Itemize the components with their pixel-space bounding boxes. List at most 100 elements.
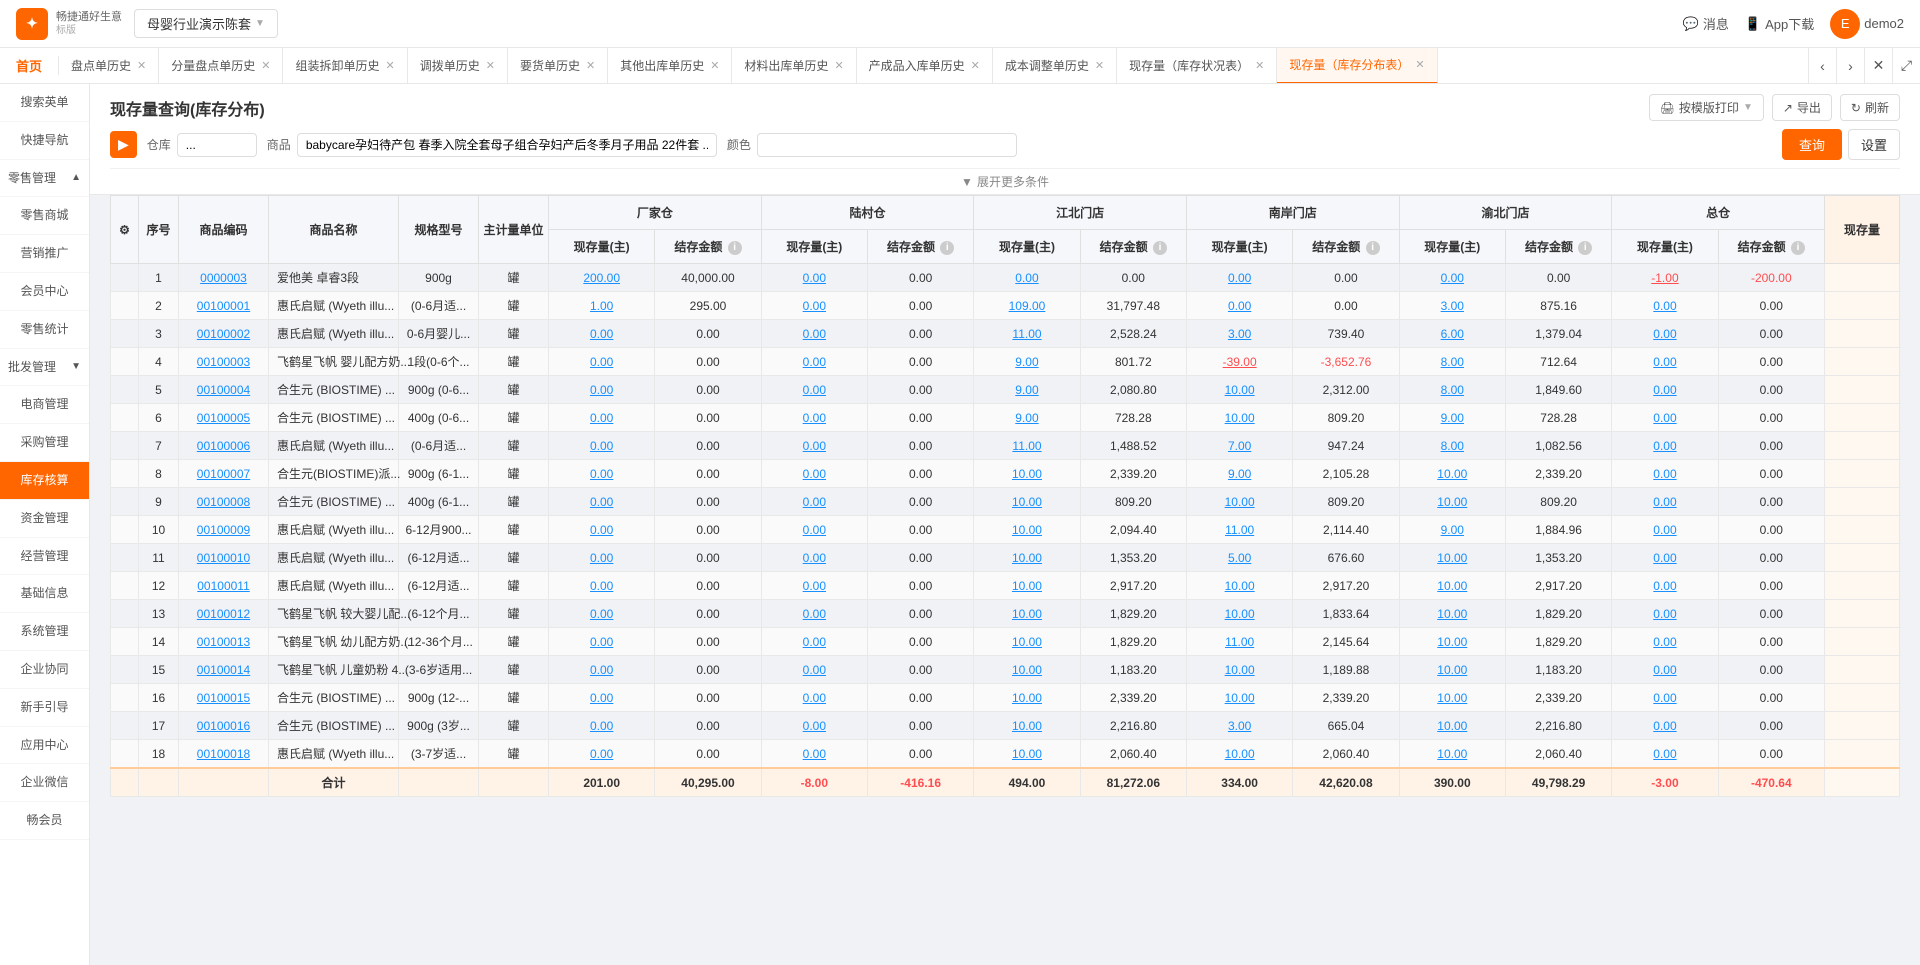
td-jb-qty[interactable]: 9.00 <box>974 404 1080 432</box>
td-code[interactable]: 0000003 <box>179 264 269 292</box>
td-code[interactable]: 00100014 <box>179 656 269 684</box>
td-yb-qty[interactable]: 3.00 <box>1399 292 1505 320</box>
td-lucun-qty[interactable]: 0.00 <box>761 432 867 460</box>
td-code[interactable]: 00100007 <box>179 460 269 488</box>
tab-close-all-btn[interactable]: ✕ <box>1864 48 1892 84</box>
export-btn[interactable]: ↗ 导出 <box>1772 94 1832 121</box>
td-na-qty[interactable]: 10.00 <box>1186 404 1292 432</box>
user-area[interactable]: E demo2 <box>1830 9 1904 39</box>
td-jb-qty[interactable]: 10.00 <box>974 460 1080 488</box>
td-lucun-qty[interactable]: 0.00 <box>761 544 867 572</box>
sidebar-item-basic[interactable]: 基础信息 <box>0 575 89 613</box>
td-factory-qty[interactable]: 0.00 <box>549 516 655 544</box>
tab-close-icon[interactable]: ✕ <box>971 59 980 72</box>
tab-maximize-btn[interactable]: ⤢ <box>1892 48 1920 84</box>
td-na-qty[interactable]: 10.00 <box>1186 656 1292 684</box>
td-code[interactable]: 00100012 <box>179 600 269 628</box>
tab-transfer[interactable]: 调拨单历史 ✕ <box>408 48 508 84</box>
tab-home[interactable]: 首页 <box>0 56 59 75</box>
td-jb-qty[interactable]: 10.00 <box>974 740 1080 769</box>
sidebar-item-enterprise[interactable]: 企业协同 <box>0 651 89 689</box>
tab-requisition[interactable]: 要货单历史 ✕ <box>508 48 608 84</box>
td-total-qty[interactable]: 0.00 <box>1612 572 1718 600</box>
td-jb-qty[interactable]: 10.00 <box>974 600 1080 628</box>
td-factory-qty[interactable]: 0.00 <box>549 600 655 628</box>
td-jb-qty[interactable]: 10.00 <box>974 684 1080 712</box>
td-lucun-qty[interactable]: 0.00 <box>761 740 867 769</box>
td-jb-qty[interactable]: 10.00 <box>974 488 1080 516</box>
td-yb-qty[interactable]: 8.00 <box>1399 376 1505 404</box>
td-lucun-qty[interactable]: 0.00 <box>761 572 867 600</box>
td-jb-qty[interactable]: 109.00 <box>974 292 1080 320</box>
td-total-qty[interactable]: 0.00 <box>1612 376 1718 404</box>
tab-close-icon[interactable]: ✕ <box>710 59 719 72</box>
td-total-qty[interactable]: 0.00 <box>1612 600 1718 628</box>
tab-inventory-count[interactable]: 盘点单历史 ✕ <box>59 48 159 84</box>
tab-next-btn[interactable]: › <box>1836 48 1864 84</box>
td-lucun-qty[interactable]: 0.00 <box>761 628 867 656</box>
td-code[interactable]: 00100013 <box>179 628 269 656</box>
td-factory-qty[interactable]: 0.00 <box>549 348 655 376</box>
td-yb-qty[interactable]: 10.00 <box>1399 460 1505 488</box>
td-factory-qty[interactable]: 0.00 <box>549 460 655 488</box>
td-lucun-qty[interactable]: 0.00 <box>761 600 867 628</box>
td-factory-qty[interactable]: 0.00 <box>549 544 655 572</box>
td-factory-qty[interactable]: 0.00 <box>549 376 655 404</box>
sidebar-item-retail-stats[interactable]: 零售统计 <box>0 311 89 349</box>
info-icon[interactable]: i <box>1791 241 1805 255</box>
td-jb-qty[interactable]: 10.00 <box>974 572 1080 600</box>
sidebar-item-vip[interactable]: 畅会员 <box>0 802 89 840</box>
td-na-qty[interactable]: 7.00 <box>1186 432 1292 460</box>
td-na-qty[interactable]: 10.00 <box>1186 684 1292 712</box>
td-yb-qty[interactable]: 10.00 <box>1399 684 1505 712</box>
sidebar-item-retail-mall[interactable]: 零售商城 <box>0 197 89 235</box>
td-yb-qty[interactable]: 10.00 <box>1399 656 1505 684</box>
tab-close-icon[interactable]: ✕ <box>137 59 146 72</box>
expand-conditions-btn[interactable]: ▼ 展开更多条件 <box>961 173 1049 190</box>
td-total-qty[interactable]: 0.00 <box>1612 348 1718 376</box>
info-icon[interactable]: i <box>1578 241 1592 255</box>
td-lucun-qty[interactable]: 0.00 <box>761 656 867 684</box>
td-factory-qty[interactable]: 0.00 <box>549 572 655 600</box>
td-yb-qty[interactable]: 10.00 <box>1399 712 1505 740</box>
td-na-qty[interactable]: 11.00 <box>1186 516 1292 544</box>
sidebar-item-ecommerce[interactable]: 电商管理 <box>0 386 89 424</box>
td-code[interactable]: 00100006 <box>179 432 269 460</box>
td-total-qty[interactable]: 0.00 <box>1612 488 1718 516</box>
sidebar-item-finance[interactable]: 资金管理 <box>0 500 89 538</box>
tab-close-icon[interactable]: ✕ <box>1095 59 1104 72</box>
sidebar-item-search[interactable]: 搜索英单 <box>0 84 89 122</box>
sidebar-item-ops[interactable]: 经营管理 <box>0 538 89 576</box>
td-jb-qty[interactable]: 10.00 <box>974 656 1080 684</box>
tab-split-count[interactable]: 分量盘点单历史 ✕ <box>159 48 283 84</box>
sidebar-item-purchase[interactable]: 采购管理 <box>0 424 89 462</box>
td-na-qty[interactable]: 10.00 <box>1186 600 1292 628</box>
td-lucun-qty[interactable]: 0.00 <box>761 404 867 432</box>
td-yb-qty[interactable]: 10.00 <box>1399 740 1505 769</box>
sidebar-item-nav[interactable]: 快捷导航 <box>0 122 89 160</box>
app-download-btn[interactable]: 📱 App下载 <box>1745 14 1814 33</box>
tab-close-icon[interactable]: ✕ <box>486 59 495 72</box>
td-lucun-qty[interactable]: 0.00 <box>761 684 867 712</box>
td-code[interactable]: 00100016 <box>179 712 269 740</box>
td-code[interactable]: 00100001 <box>179 292 269 320</box>
td-code[interactable]: 00100011 <box>179 572 269 600</box>
td-total-qty[interactable]: 0.00 <box>1612 656 1718 684</box>
td-lucun-qty[interactable]: 0.00 <box>761 264 867 292</box>
td-factory-qty[interactable]: 0.00 <box>549 656 655 684</box>
td-na-qty[interactable]: -39.00 <box>1186 348 1292 376</box>
td-code[interactable]: 00100015 <box>179 684 269 712</box>
td-yb-qty[interactable]: 10.00 <box>1399 544 1505 572</box>
td-code[interactable]: 00100008 <box>179 488 269 516</box>
td-total-qty[interactable]: 0.00 <box>1612 740 1718 769</box>
info-icon[interactable]: i <box>1366 241 1380 255</box>
print-btn[interactable]: 🖨 按模版打印 ▼ <box>1649 94 1764 121</box>
td-na-qty[interactable]: 0.00 <box>1186 264 1292 292</box>
sidebar-item-corp-wechat[interactable]: 企业微信 <box>0 764 89 802</box>
td-lucun-qty[interactable]: 0.00 <box>761 348 867 376</box>
td-lucun-qty[interactable]: 0.00 <box>761 460 867 488</box>
td-lucun-qty[interactable]: 0.00 <box>761 320 867 348</box>
td-code[interactable]: 00100004 <box>179 376 269 404</box>
td-code[interactable]: 00100009 <box>179 516 269 544</box>
td-factory-qty[interactable]: 0.00 <box>549 740 655 769</box>
